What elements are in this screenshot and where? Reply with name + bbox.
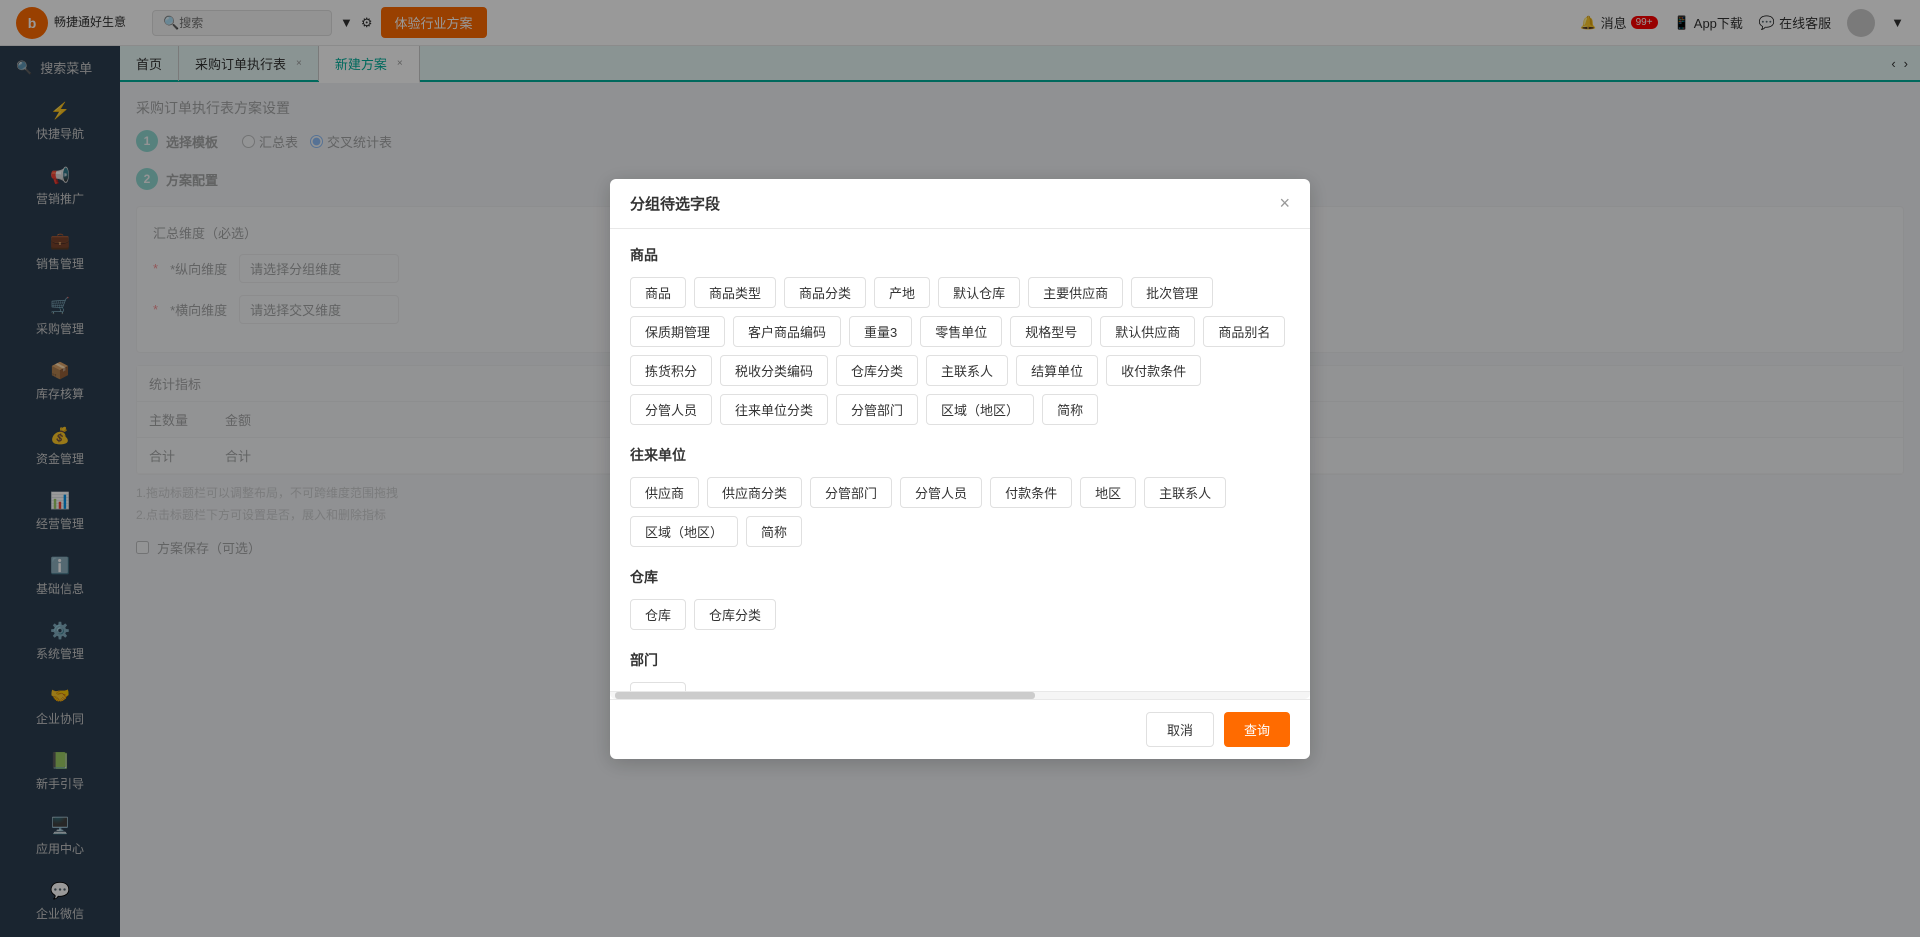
modal-close-btn[interactable]: × bbox=[1279, 193, 1290, 214]
product-field-tags: 商品 商品类型 商品分类 产地 默认仓库 主要供应商 批次管理 保质期管理 客户… bbox=[630, 277, 1290, 425]
field-tag-product-6[interactable]: 批次管理 bbox=[1131, 277, 1213, 308]
field-tag-product-15[interactable]: 税收分类编码 bbox=[720, 355, 828, 386]
field-tag-product-5[interactable]: 主要供应商 bbox=[1028, 277, 1123, 308]
partner-section: 往来单位 供应商 供应商分类 分管部门 分管人员 付款条件 地区 主联系人 区域… bbox=[630, 445, 1290, 547]
field-tag-product-0[interactable]: 商品 bbox=[630, 277, 686, 308]
field-tag-product-9[interactable]: 重量3 bbox=[849, 316, 912, 347]
field-tag-product-10[interactable]: 零售单位 bbox=[920, 316, 1002, 347]
field-tag-product-20[interactable]: 分管人员 bbox=[630, 394, 712, 425]
field-tag-product-14[interactable]: 拣货积分 bbox=[630, 355, 712, 386]
modal-scroll-horizontal[interactable] bbox=[610, 691, 1310, 699]
field-tag-partner-2[interactable]: 分管部门 bbox=[810, 477, 892, 508]
field-tag-warehouse-1[interactable]: 仓库分类 bbox=[694, 599, 776, 630]
field-tag-product-12[interactable]: 默认供应商 bbox=[1100, 316, 1195, 347]
modal-body: 商品 商品 商品类型 商品分类 产地 默认仓库 主要供应商 批次管理 保质期管理… bbox=[610, 229, 1310, 691]
field-tag-partner-1[interactable]: 供应商分类 bbox=[707, 477, 802, 508]
field-tag-product-8[interactable]: 客户商品编码 bbox=[733, 316, 841, 347]
modal-confirm-btn[interactable]: 查询 bbox=[1224, 712, 1290, 747]
field-tag-product-19[interactable]: 收付款条件 bbox=[1106, 355, 1201, 386]
field-tag-product-22[interactable]: 分管部门 bbox=[836, 394, 918, 425]
field-tag-partner-3[interactable]: 分管人员 bbox=[900, 477, 982, 508]
field-tag-product-7[interactable]: 保质期管理 bbox=[630, 316, 725, 347]
field-tag-partner-8[interactable]: 简称 bbox=[746, 516, 802, 547]
field-tag-warehouse-0[interactable]: 仓库 bbox=[630, 599, 686, 630]
department-field-tags: 部门 bbox=[630, 682, 1290, 691]
field-tag-product-24[interactable]: 简称 bbox=[1042, 394, 1098, 425]
field-tag-product-23[interactable]: 区域（地区） bbox=[926, 394, 1034, 425]
department-section: 部门 部门 bbox=[630, 650, 1290, 691]
modal-overlay: 分组待选字段 × 商品 商品 商品类型 商品分类 产地 默认仓库 主要供应商 批… bbox=[0, 0, 1920, 937]
field-tag-product-3[interactable]: 产地 bbox=[874, 277, 930, 308]
modal-header: 分组待选字段 × bbox=[610, 179, 1310, 229]
field-tag-product-16[interactable]: 仓库分类 bbox=[836, 355, 918, 386]
modal-cancel-btn[interactable]: 取消 bbox=[1146, 712, 1214, 747]
warehouse-field-tags: 仓库 仓库分类 bbox=[630, 599, 1290, 630]
field-tag-product-4[interactable]: 默认仓库 bbox=[938, 277, 1020, 308]
field-select-modal: 分组待选字段 × 商品 商品 商品类型 商品分类 产地 默认仓库 主要供应商 批… bbox=[610, 179, 1310, 759]
field-tag-partner-5[interactable]: 地区 bbox=[1080, 477, 1136, 508]
warehouse-section-title: 仓库 bbox=[630, 567, 1290, 587]
partner-section-title: 往来单位 bbox=[630, 445, 1290, 465]
field-tag-product-17[interactable]: 主联系人 bbox=[926, 355, 1008, 386]
field-tag-partner-7[interactable]: 区域（地区） bbox=[630, 516, 738, 547]
product-section: 商品 商品 商品类型 商品分类 产地 默认仓库 主要供应商 批次管理 保质期管理… bbox=[630, 245, 1290, 425]
partner-field-tags: 供应商 供应商分类 分管部门 分管人员 付款条件 地区 主联系人 区域（地区） … bbox=[630, 477, 1290, 547]
field-tag-product-13[interactable]: 商品别名 bbox=[1203, 316, 1285, 347]
field-tag-partner-4[interactable]: 付款条件 bbox=[990, 477, 1072, 508]
field-tag-product-2[interactable]: 商品分类 bbox=[784, 277, 866, 308]
field-tag-product-1[interactable]: 商品类型 bbox=[694, 277, 776, 308]
field-tag-product-21[interactable]: 往来单位分类 bbox=[720, 394, 828, 425]
modal-footer: 取消 查询 bbox=[610, 699, 1310, 759]
field-tag-partner-6[interactable]: 主联系人 bbox=[1144, 477, 1226, 508]
field-tag-product-11[interactable]: 规格型号 bbox=[1010, 316, 1092, 347]
warehouse-section: 仓库 仓库 仓库分类 bbox=[630, 567, 1290, 630]
field-tag-partner-0[interactable]: 供应商 bbox=[630, 477, 699, 508]
product-section-title: 商品 bbox=[630, 245, 1290, 265]
field-tag-product-18[interactable]: 结算单位 bbox=[1016, 355, 1098, 386]
modal-title: 分组待选字段 bbox=[630, 193, 720, 214]
field-tag-dept-0[interactable]: 部门 bbox=[630, 682, 686, 691]
department-section-title: 部门 bbox=[630, 650, 1290, 670]
